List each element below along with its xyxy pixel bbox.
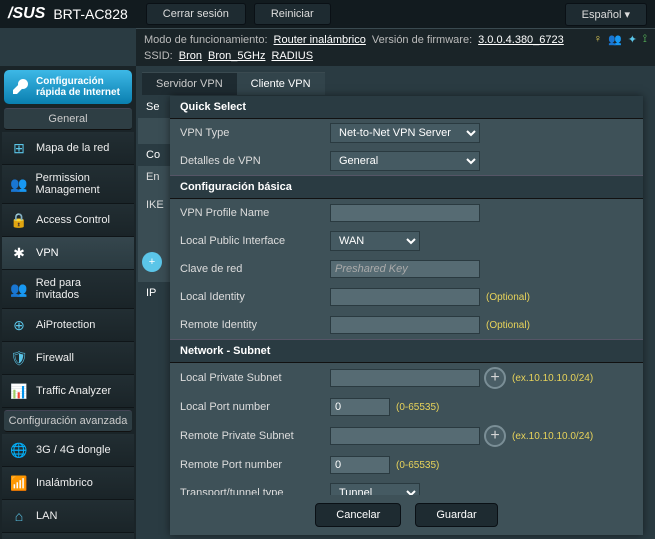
sidebar-item-wireless[interactable]: 📶Inalámbrico <box>2 467 134 500</box>
sidebar-item-aiprotection[interactable]: ⊕AiProtection <box>2 309 134 342</box>
status-bar: Modo de funcionamiento: Router inalámbri… <box>136 28 655 50</box>
sidebar-item-vpn[interactable]: ✱VPN <box>2 237 134 270</box>
logout-button[interactable]: Cerrar sesión <box>146 3 246 25</box>
bulb-icon[interactable]: ♀ <box>594 33 602 46</box>
shield-icon: 🛡 <box>10 349 28 367</box>
sidebar: Configuración rápida de Internet General… <box>0 66 136 539</box>
wrench-icon <box>10 76 30 98</box>
remote-port-input[interactable] <box>330 456 390 474</box>
sidebar-item-vlan[interactable]: ◫VLAN <box>2 533 134 539</box>
op-mode-link[interactable]: Router inalámbrico <box>274 34 366 46</box>
chart-icon: 📊 <box>10 382 28 400</box>
remote-identity-input[interactable] <box>330 316 480 334</box>
firmware-link[interactable]: 3.0.0.4.380_6723 <box>478 34 564 46</box>
add-icon[interactable]: + <box>142 252 162 272</box>
sidebar-item-access-control[interactable]: 🔒Access Control <box>2 204 134 237</box>
profile-name-input[interactable] <box>330 204 480 222</box>
network-subnet-header: Network - Subnet <box>170 339 643 363</box>
quick-select-header: Quick Select <box>170 96 643 119</box>
interface-select[interactable]: WAN <box>330 231 420 251</box>
ssid-link[interactable]: Bron <box>179 50 202 62</box>
signal-icon[interactable]: ✦ <box>628 33 637 46</box>
ssid-link[interactable]: RADIUS <box>271 50 313 62</box>
vpn-details-select[interactable]: General <box>330 151 480 171</box>
brand-logo: /SUS <box>8 5 45 23</box>
quick-setup-button[interactable]: Configuración rápida de Internet <box>4 70 132 104</box>
users-icon: 👥 <box>10 175 27 193</box>
tunnel-type-select[interactable]: Tunnel <box>330 483 420 495</box>
lock-icon: 🔒 <box>10 211 28 229</box>
home-icon: ⌂ <box>10 507 28 525</box>
language-select[interactable]: Español ▾ <box>565 3 647 26</box>
add-remote-subnet-button[interactable]: + <box>484 425 506 447</box>
guest-icon: 👥 <box>10 280 28 298</box>
vpn-config-panel: Quick Select VPN TypeNet-to-Net VPN Serv… <box>170 96 643 535</box>
reboot-button[interactable]: Reiniciar <box>254 3 331 25</box>
preshared-key-input[interactable] <box>330 260 480 278</box>
advanced-header: Configuración avanzada <box>4 410 132 432</box>
usb-icon[interactable]: ⟟ <box>643 33 647 46</box>
remote-subnet-input[interactable] <box>330 427 480 445</box>
add-local-subnet-button[interactable]: + <box>484 367 506 389</box>
sidebar-item-network-map[interactable]: ⊞Mapa de la red <box>2 132 134 165</box>
sidebar-item-firewall[interactable]: 🛡Firewall <box>2 342 134 375</box>
model-name: BRT-AC828 <box>53 6 127 22</box>
local-subnet-input[interactable] <box>330 369 480 387</box>
tab-vpn-client[interactable]: Cliente VPN <box>237 72 325 95</box>
users-icon[interactable]: 👥 <box>608 33 622 46</box>
ssid-link[interactable]: Bron_5GHz <box>208 50 265 62</box>
network-map-icon: ⊞ <box>10 139 28 157</box>
tab-vpn-server[interactable]: Servidor VPN <box>142 72 237 95</box>
cancel-button[interactable]: Cancelar <box>315 503 401 527</box>
sidebar-item-lan[interactable]: ⌂LAN <box>2 500 134 533</box>
vpn-type-select[interactable]: Net-to-Net VPN Server <box>330 123 480 143</box>
sidebar-item-traffic[interactable]: 📊Traffic Analyzer <box>2 375 134 408</box>
sidebar-item-permission[interactable]: 👥Permission Management <box>2 165 134 204</box>
save-button[interactable]: Guardar <box>415 503 497 527</box>
shield-plus-icon: ⊕ <box>10 316 28 334</box>
sidebar-item-dongle[interactable]: 🌐3G / 4G dongle <box>2 434 134 467</box>
local-port-input[interactable] <box>330 398 390 416</box>
wifi-icon: 📶 <box>10 474 28 492</box>
basic-config-header: Configuración básica <box>170 175 643 199</box>
general-header: General <box>4 108 132 130</box>
local-identity-input[interactable] <box>330 288 480 306</box>
vpn-icon: ✱ <box>10 244 28 262</box>
globe-icon: 🌐 <box>10 441 28 459</box>
sidebar-item-guest[interactable]: 👥Red para invitados <box>2 270 134 309</box>
